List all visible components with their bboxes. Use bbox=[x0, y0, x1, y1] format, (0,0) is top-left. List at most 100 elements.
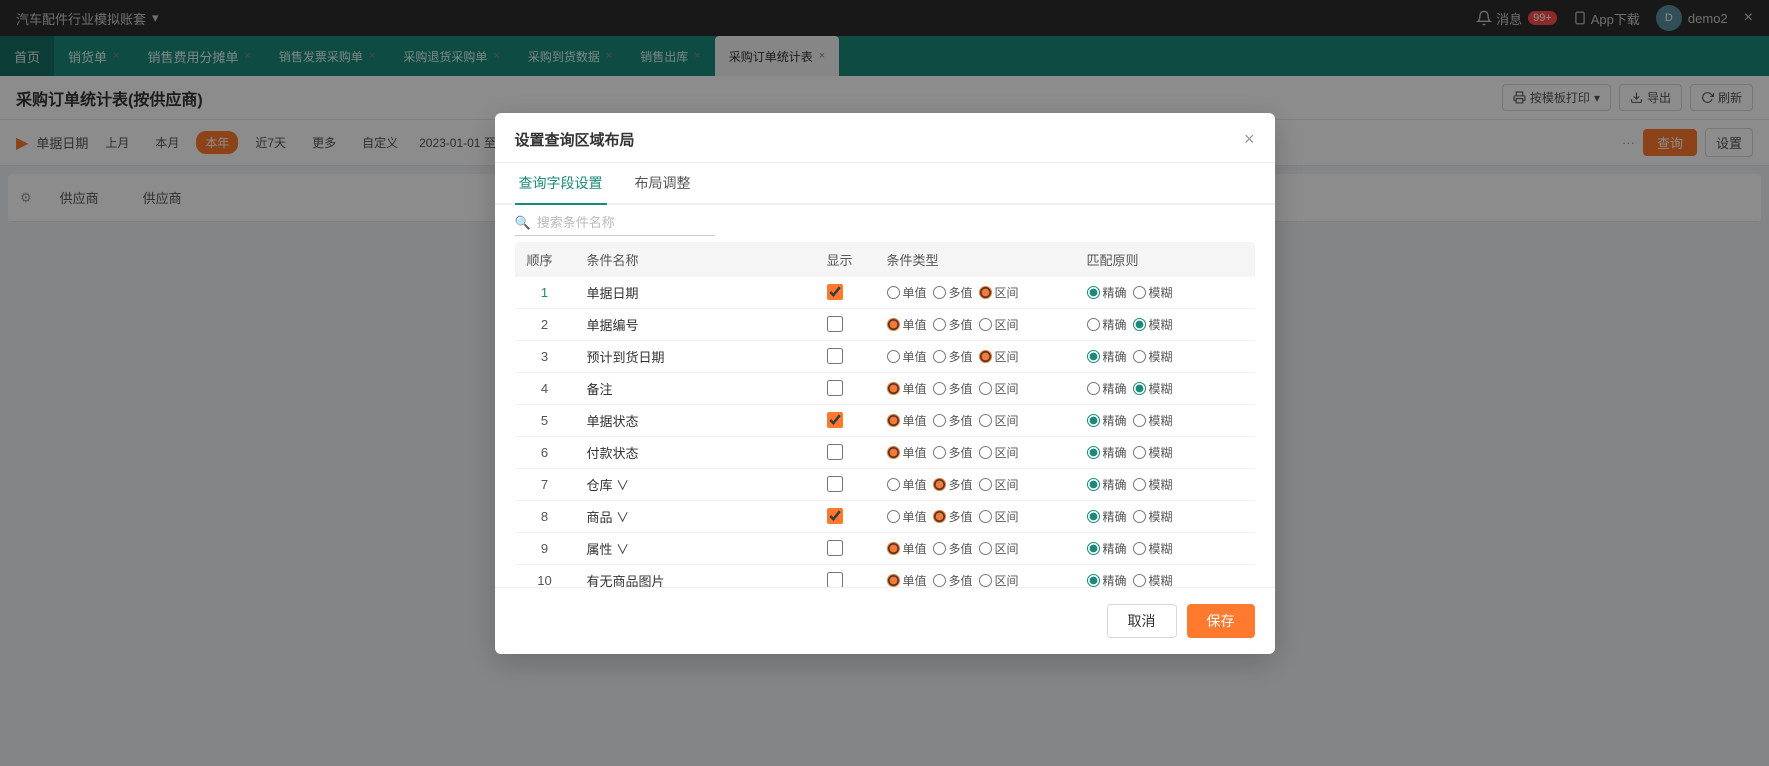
row-6-type: 单值 多值 区间 bbox=[875, 443, 1075, 462]
row-1-name: 单据日期 bbox=[575, 283, 815, 302]
row-4-match-fuzzy[interactable]: 模糊 bbox=[1133, 380, 1173, 397]
row-2-type-single[interactable]: 单值 bbox=[887, 316, 927, 333]
row-8-type-range[interactable]: 区间 bbox=[979, 508, 1019, 525]
row-4-display-cb[interactable] bbox=[827, 380, 843, 396]
row-7-type-multi[interactable]: 多值 bbox=[933, 476, 973, 493]
row-1-type: 单值 多值 区间 bbox=[875, 283, 1075, 302]
row-10-type-multi[interactable]: 多值 bbox=[933, 572, 973, 587]
row-8-match-fuzzy[interactable]: 模糊 bbox=[1133, 508, 1173, 525]
row-9-order: 9 bbox=[515, 539, 575, 558]
save-button[interactable]: 保存 bbox=[1187, 604, 1255, 638]
row-10-type-range[interactable]: 区间 bbox=[979, 572, 1019, 587]
row-9-display[interactable] bbox=[815, 539, 875, 558]
row-8-display-cb[interactable] bbox=[827, 508, 843, 524]
row-2-type: 单值 多值 区间 bbox=[875, 315, 1075, 334]
row-4-type-range[interactable]: 区间 bbox=[979, 380, 1019, 397]
row-7-type: 单值 多值 区间 bbox=[875, 475, 1075, 494]
modal-tab-layout-label: 布局调整 bbox=[635, 175, 691, 191]
row-10-display-cb[interactable] bbox=[827, 572, 843, 587]
row-2-match-exact[interactable]: 精确 bbox=[1087, 316, 1127, 333]
row-2-display-cb[interactable] bbox=[827, 316, 843, 332]
row-1-match-exact[interactable]: 精确 bbox=[1087, 284, 1127, 301]
row-9-type-multi[interactable]: 多值 bbox=[933, 540, 973, 557]
table-row: 1 单据日期 单值 多值 区间 精确 bbox=[515, 277, 1255, 309]
row-5-match-exact[interactable]: 精确 bbox=[1087, 412, 1127, 429]
row-3-name: 预计到货日期 bbox=[575, 347, 815, 366]
row-7-type-single[interactable]: 单值 bbox=[887, 476, 927, 493]
modal-overlay[interactable]: 设置查询区域布局 × 查询字段设置 布局调整 🔍 顺序 条件名称 显示 bbox=[0, 0, 1769, 766]
row-8-display[interactable] bbox=[815, 507, 875, 526]
row-3-type-range[interactable]: 区间 bbox=[979, 348, 1019, 365]
row-3-display-cb[interactable] bbox=[827, 348, 843, 364]
modal-table-header: 顺序 条件名称 显示 条件类型 匹配原则 bbox=[515, 242, 1255, 277]
row-4-type-single[interactable]: 单值 bbox=[887, 380, 927, 397]
row-5-match-fuzzy[interactable]: 模糊 bbox=[1133, 412, 1173, 429]
row-2-match-fuzzy[interactable]: 模糊 bbox=[1133, 316, 1173, 333]
row-9-type-single[interactable]: 单值 bbox=[887, 540, 927, 557]
row-5-type-single[interactable]: 单值 bbox=[887, 412, 927, 429]
modal-close-button[interactable]: × bbox=[1244, 130, 1255, 148]
row-7-display[interactable] bbox=[815, 475, 875, 494]
row-8-type-single[interactable]: 单值 bbox=[887, 508, 927, 525]
row-4-match-exact[interactable]: 精确 bbox=[1087, 380, 1127, 397]
row-10-type-single[interactable]: 单值 bbox=[887, 572, 927, 587]
row-3-type-multi[interactable]: 多值 bbox=[933, 348, 973, 365]
row-10-match: 精确 模糊 bbox=[1075, 571, 1255, 587]
row-5-type: 单值 多值 区间 bbox=[875, 411, 1075, 430]
row-6-type-multi[interactable]: 多值 bbox=[933, 444, 973, 461]
row-5-type-range[interactable]: 区间 bbox=[979, 412, 1019, 429]
row-7-match-fuzzy[interactable]: 模糊 bbox=[1133, 476, 1173, 493]
col-order-header: 顺序 bbox=[515, 250, 575, 269]
row-4-display[interactable] bbox=[815, 379, 875, 398]
row-6-display[interactable] bbox=[815, 443, 875, 462]
row-8-type: 单值 多值 区间 bbox=[875, 507, 1075, 526]
row-1-match-fuzzy[interactable]: 模糊 bbox=[1133, 284, 1173, 301]
row-5-type-multi[interactable]: 多值 bbox=[933, 412, 973, 429]
row-9-match-exact[interactable]: 精确 bbox=[1087, 540, 1127, 557]
row-6-type-range[interactable]: 区间 bbox=[979, 444, 1019, 461]
cancel-button[interactable]: 取消 bbox=[1107, 604, 1177, 638]
row-1-match: 精确 模糊 bbox=[1075, 283, 1255, 302]
row-9-display-cb[interactable] bbox=[827, 540, 843, 556]
row-2-type-range[interactable]: 区间 bbox=[979, 316, 1019, 333]
row-4-type-multi[interactable]: 多值 bbox=[933, 380, 973, 397]
row-6-display-cb[interactable] bbox=[827, 444, 843, 460]
row-10-match-fuzzy[interactable]: 模糊 bbox=[1133, 572, 1173, 587]
modal-tab-layout[interactable]: 布局调整 bbox=[631, 163, 695, 205]
row-2-type-multi[interactable]: 多值 bbox=[933, 316, 973, 333]
row-2-display[interactable] bbox=[815, 315, 875, 334]
row-1-type-single[interactable]: 单值 bbox=[887, 284, 927, 301]
row-3-type-single[interactable]: 单值 bbox=[887, 348, 927, 365]
row-5-display[interactable] bbox=[815, 411, 875, 430]
row-1-display-cb[interactable] bbox=[827, 284, 843, 300]
row-9-match-fuzzy[interactable]: 模糊 bbox=[1133, 540, 1173, 557]
col-name-header: 条件名称 bbox=[575, 250, 815, 269]
search-input[interactable] bbox=[537, 215, 715, 230]
row-1-display[interactable] bbox=[815, 283, 875, 302]
row-6-order: 6 bbox=[515, 443, 575, 462]
row-7-type-range[interactable]: 区间 bbox=[979, 476, 1019, 493]
row-10-display[interactable] bbox=[815, 571, 875, 587]
row-7-match-exact[interactable]: 精确 bbox=[1087, 476, 1127, 493]
row-8-match-exact[interactable]: 精确 bbox=[1087, 508, 1127, 525]
row-1-type-range[interactable]: 区间 bbox=[979, 284, 1019, 301]
row-4-match: 精确 模糊 bbox=[1075, 379, 1255, 398]
row-7-order: 7 bbox=[515, 475, 575, 494]
col-display-header: 显示 bbox=[815, 250, 875, 269]
row-5-display-cb[interactable] bbox=[827, 412, 843, 428]
row-6-match-exact[interactable]: 精确 bbox=[1087, 444, 1127, 461]
row-9-name: 属性 ∨ bbox=[575, 539, 815, 558]
search-box: 🔍 bbox=[515, 215, 715, 236]
row-8-type-multi[interactable]: 多值 bbox=[933, 508, 973, 525]
row-7-display-cb[interactable] bbox=[827, 476, 843, 492]
modal-tab-query-fields[interactable]: 查询字段设置 bbox=[515, 163, 607, 205]
row-6-match-fuzzy[interactable]: 模糊 bbox=[1133, 444, 1173, 461]
row-3-display[interactable] bbox=[815, 347, 875, 366]
row-9-type-range[interactable]: 区间 bbox=[979, 540, 1019, 557]
row-3-match-fuzzy[interactable]: 模糊 bbox=[1133, 348, 1173, 365]
row-10-match-exact[interactable]: 精确 bbox=[1087, 572, 1127, 587]
row-3-match-exact[interactable]: 精确 bbox=[1087, 348, 1127, 365]
row-10-name: 有无商品图片 bbox=[575, 571, 815, 587]
row-1-type-multi[interactable]: 多值 bbox=[933, 284, 973, 301]
row-6-type-single[interactable]: 单值 bbox=[887, 444, 927, 461]
